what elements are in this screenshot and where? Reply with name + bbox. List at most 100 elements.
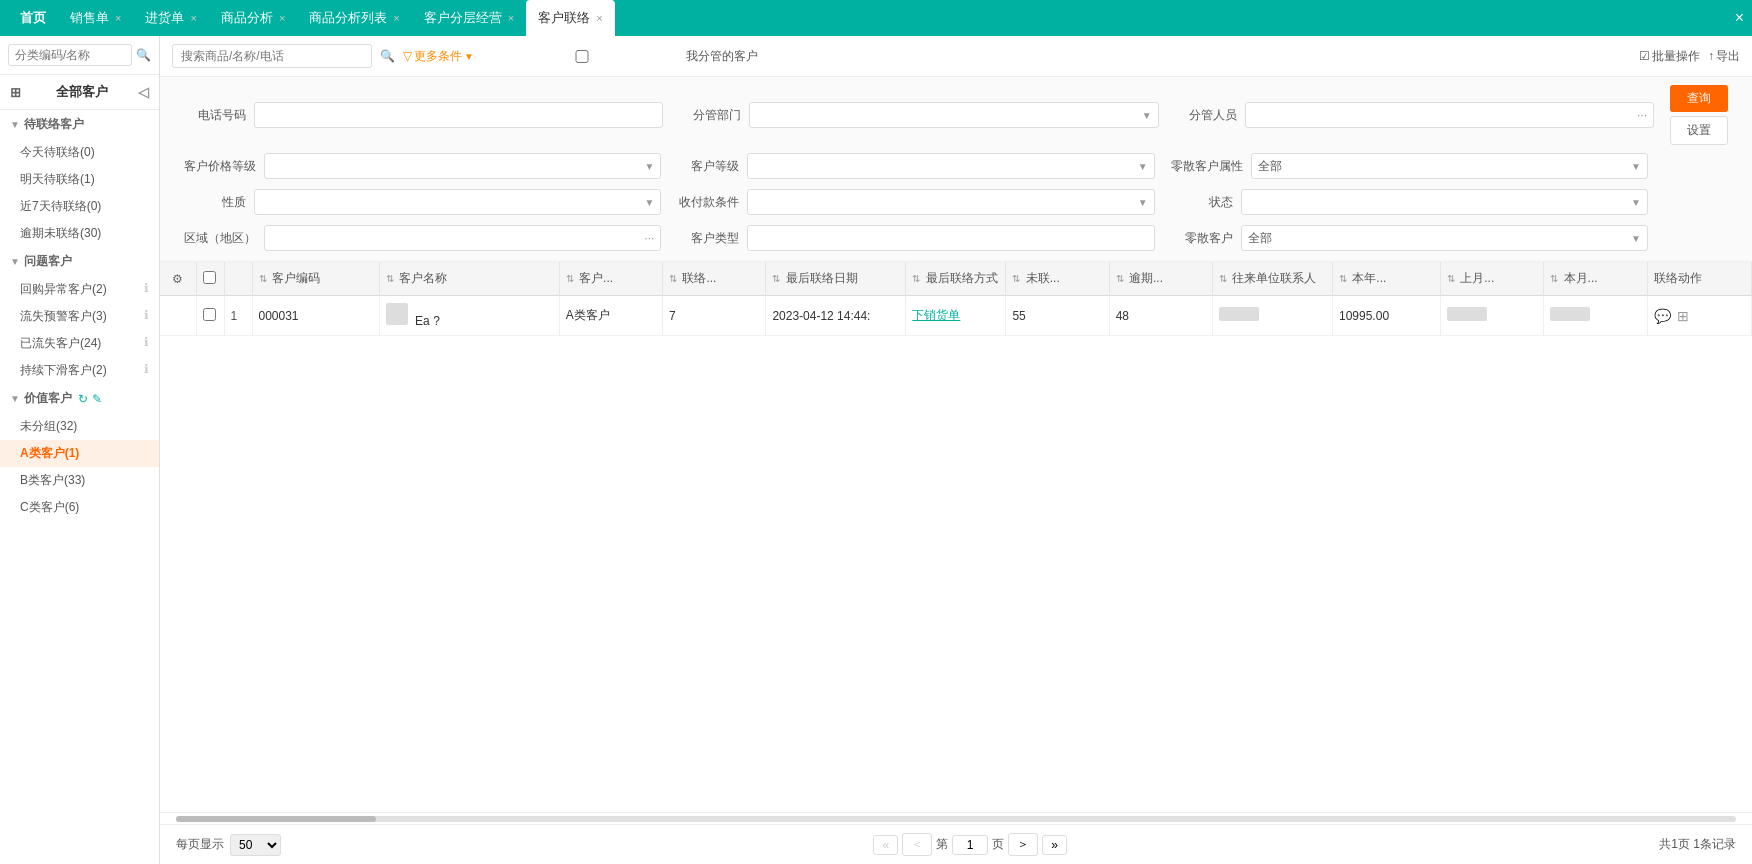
- th-last-month[interactable]: ⇅ 上月...: [1440, 262, 1543, 296]
- search-button[interactable]: 🔍: [380, 49, 395, 63]
- next-page-button[interactable]: ＞: [1008, 833, 1038, 856]
- filter-ctrl-customer-type[interactable]: [747, 225, 1154, 251]
- sidebar-item-ungrouped[interactable]: 未分组(32): [0, 413, 159, 440]
- sidebar-collapse-icon[interactable]: ◁: [138, 84, 149, 100]
- sort-icon-code[interactable]: ⇅: [259, 273, 267, 284]
- sort-icon-last-method[interactable]: ⇅: [912, 273, 920, 284]
- th-last-contact-date[interactable]: ⇅ 最后联络日期: [766, 262, 906, 296]
- batch-operation-button[interactable]: ☑ 批量操作: [1639, 48, 1700, 65]
- sidebar-item-repurchase-abnormal[interactable]: 回购异常客户(2) ℹ: [0, 276, 159, 303]
- filter-ctrl-customer-grade[interactable]: ▼: [747, 153, 1154, 179]
- section-pending-contact[interactable]: ▼ 待联络客户: [0, 110, 159, 139]
- th-overdue[interactable]: ⇅ 逾期...: [1109, 262, 1212, 296]
- set-button[interactable]: 设置: [1670, 116, 1728, 145]
- th-this-year[interactable]: ⇅ 本年...: [1333, 262, 1441, 296]
- th-no-contact[interactable]: ⇅ 未联...: [1006, 262, 1109, 296]
- sidebar-item-overdue-pending[interactable]: 逾期未联络(30): [0, 220, 159, 247]
- scrollbar-thumb[interactable]: [176, 816, 376, 822]
- edit-icon[interactable]: ✎: [92, 392, 102, 406]
- filter-ctrl-price-grade[interactable]: ▼: [264, 153, 661, 179]
- th-customer-code[interactable]: ⇅ 客户编码: [252, 262, 379, 296]
- sort-icon-history[interactable]: ⇅: [1219, 273, 1227, 284]
- sort-icon-last-date[interactable]: ⇅: [772, 273, 780, 284]
- home-tab[interactable]: 首页: [8, 0, 58, 36]
- sort-icon-last-month[interactable]: ⇅: [1447, 273, 1455, 284]
- qr-action-icon[interactable]: ⊞: [1677, 308, 1689, 324]
- close-product-analysis[interactable]: ×: [279, 12, 285, 24]
- search-input[interactable]: [172, 44, 372, 68]
- section-value-customers[interactable]: ▼ 价值客户 ↻ ✎: [0, 384, 159, 413]
- last-contact-method-link[interactable]: 下销货单: [912, 308, 960, 322]
- close-all-button[interactable]: ×: [1735, 9, 1744, 27]
- sidebar-search-icon[interactable]: 🔍: [136, 48, 151, 62]
- sort-icon-this-month[interactable]: ⇅: [1550, 273, 1558, 284]
- sidebar-item-declining[interactable]: 持续下滑客户(2) ℹ: [0, 357, 159, 384]
- sort-icon-type[interactable]: ⇅: [566, 273, 574, 284]
- th-contact-count[interactable]: ⇅ 联络...: [663, 262, 766, 296]
- filter-label-payment: 收付款条件: [677, 194, 747, 211]
- sort-icon-no-contact[interactable]: ⇅: [1012, 273, 1020, 284]
- prev-page-button[interactable]: ＜: [902, 833, 932, 856]
- tab-product-analysis-list[interactable]: 商品分析列表 ×: [297, 0, 411, 36]
- refresh-icon[interactable]: ↻: [78, 392, 88, 406]
- filter-ctrl-dept[interactable]: ▼: [749, 102, 1158, 128]
- sort-icon-overdue[interactable]: ⇅: [1116, 273, 1124, 284]
- query-button[interactable]: 查询: [1670, 85, 1728, 112]
- filter-ctrl-status[interactable]: ▼: [1241, 189, 1648, 215]
- tab-sales-order[interactable]: 销售单 ×: [58, 0, 133, 36]
- sidebar-item-a-class[interactable]: A类客户(1): [0, 440, 159, 467]
- filter-ctrl-nature[interactable]: ▼: [254, 189, 661, 215]
- th-this-month[interactable]: ⇅ 本月...: [1544, 262, 1647, 296]
- sidebar-all-customers-header[interactable]: ⊞ 全部客户 ◁: [0, 75, 159, 110]
- my-customers-checkbox-label[interactable]: 我分管的客户: [482, 48, 758, 65]
- sidebar-item-b-class[interactable]: B类客户(33): [0, 467, 159, 494]
- filter-ctrl-manager[interactable]: ···: [1245, 102, 1654, 128]
- filter-ctrl-retail-customer[interactable]: 全部 ▼: [1241, 225, 1648, 251]
- th-checkbox[interactable]: [196, 262, 224, 296]
- close-customer-stratification[interactable]: ×: [508, 12, 514, 24]
- section-problem-customers[interactable]: ▼ 问题客户: [0, 247, 159, 276]
- close-purchase-order[interactable]: ×: [190, 12, 196, 24]
- filter-ctrl-region[interactable]: ···: [264, 225, 661, 251]
- tab-customer-contact[interactable]: 客户联络 ×: [526, 0, 614, 36]
- th-history-contact[interactable]: ⇅ 往来单位联系人: [1213, 262, 1333, 296]
- page-number-input[interactable]: [952, 835, 988, 855]
- tab-customer-stratification[interactable]: 客户分层经营 ×: [412, 0, 526, 36]
- sidebar-item-c-class[interactable]: C类客户(6): [0, 494, 159, 521]
- tab-product-analysis[interactable]: 商品分析 ×: [209, 0, 297, 36]
- scrollbar-track[interactable]: [176, 816, 1736, 822]
- filter-ctrl-phone[interactable]: [254, 102, 663, 128]
- horizontal-scrollbar[interactable]: [160, 812, 1752, 824]
- tab-purchase-order[interactable]: 进货单 ×: [133, 0, 208, 36]
- export-button[interactable]: ↑ 导出: [1708, 48, 1740, 65]
- sidebar-item-churn-warning[interactable]: 流失预警客户(3) ℹ: [0, 303, 159, 330]
- filter-ctrl-retail-attr[interactable]: 全部 ▼: [1251, 153, 1648, 179]
- sidebar-item-churned[interactable]: 已流失客户(24) ℹ: [0, 330, 159, 357]
- sidebar-item-week-pending[interactable]: 近7天待联络(0): [0, 193, 159, 220]
- sort-icon-year[interactable]: ⇅: [1339, 273, 1347, 284]
- td-last-contact-method[interactable]: 下销货单: [906, 296, 1006, 336]
- th-last-contact-method[interactable]: ⇅ 最后联络方式: [906, 262, 1006, 296]
- more-filter-button[interactable]: ▽ 更多条件 ▼: [403, 48, 474, 65]
- sort-icon-name[interactable]: ⇅: [386, 273, 394, 284]
- filter-ctrl-payment[interactable]: ▼: [747, 189, 1154, 215]
- sidebar-search-input[interactable]: [8, 44, 132, 66]
- page-size-select[interactable]: 50 100 200: [230, 834, 281, 856]
- close-customer-contact[interactable]: ×: [596, 12, 602, 24]
- th-settings[interactable]: ⚙: [160, 262, 196, 296]
- row-checkbox[interactable]: [203, 308, 216, 321]
- close-product-analysis-list[interactable]: ×: [393, 12, 399, 24]
- my-customers-checkbox[interactable]: [482, 50, 682, 63]
- td-checkbox[interactable]: [196, 296, 224, 336]
- settings-gear-icon[interactable]: ⚙: [172, 272, 183, 286]
- sidebar-item-tomorrow-pending[interactable]: 明天待联络(1): [0, 166, 159, 193]
- first-page-button[interactable]: «: [873, 835, 898, 855]
- close-sales-order[interactable]: ×: [115, 12, 121, 24]
- sort-icon-contact[interactable]: ⇅: [669, 273, 677, 284]
- th-customer-type[interactable]: ⇅ 客户...: [559, 262, 662, 296]
- message-action-icon[interactable]: 💬: [1654, 308, 1671, 324]
- last-page-button[interactable]: »: [1042, 835, 1067, 855]
- th-customer-name[interactable]: ⇅ 客户名称: [379, 262, 559, 296]
- select-all-checkbox[interactable]: [203, 271, 216, 284]
- sidebar-item-today-pending[interactable]: 今天待联络(0): [0, 139, 159, 166]
